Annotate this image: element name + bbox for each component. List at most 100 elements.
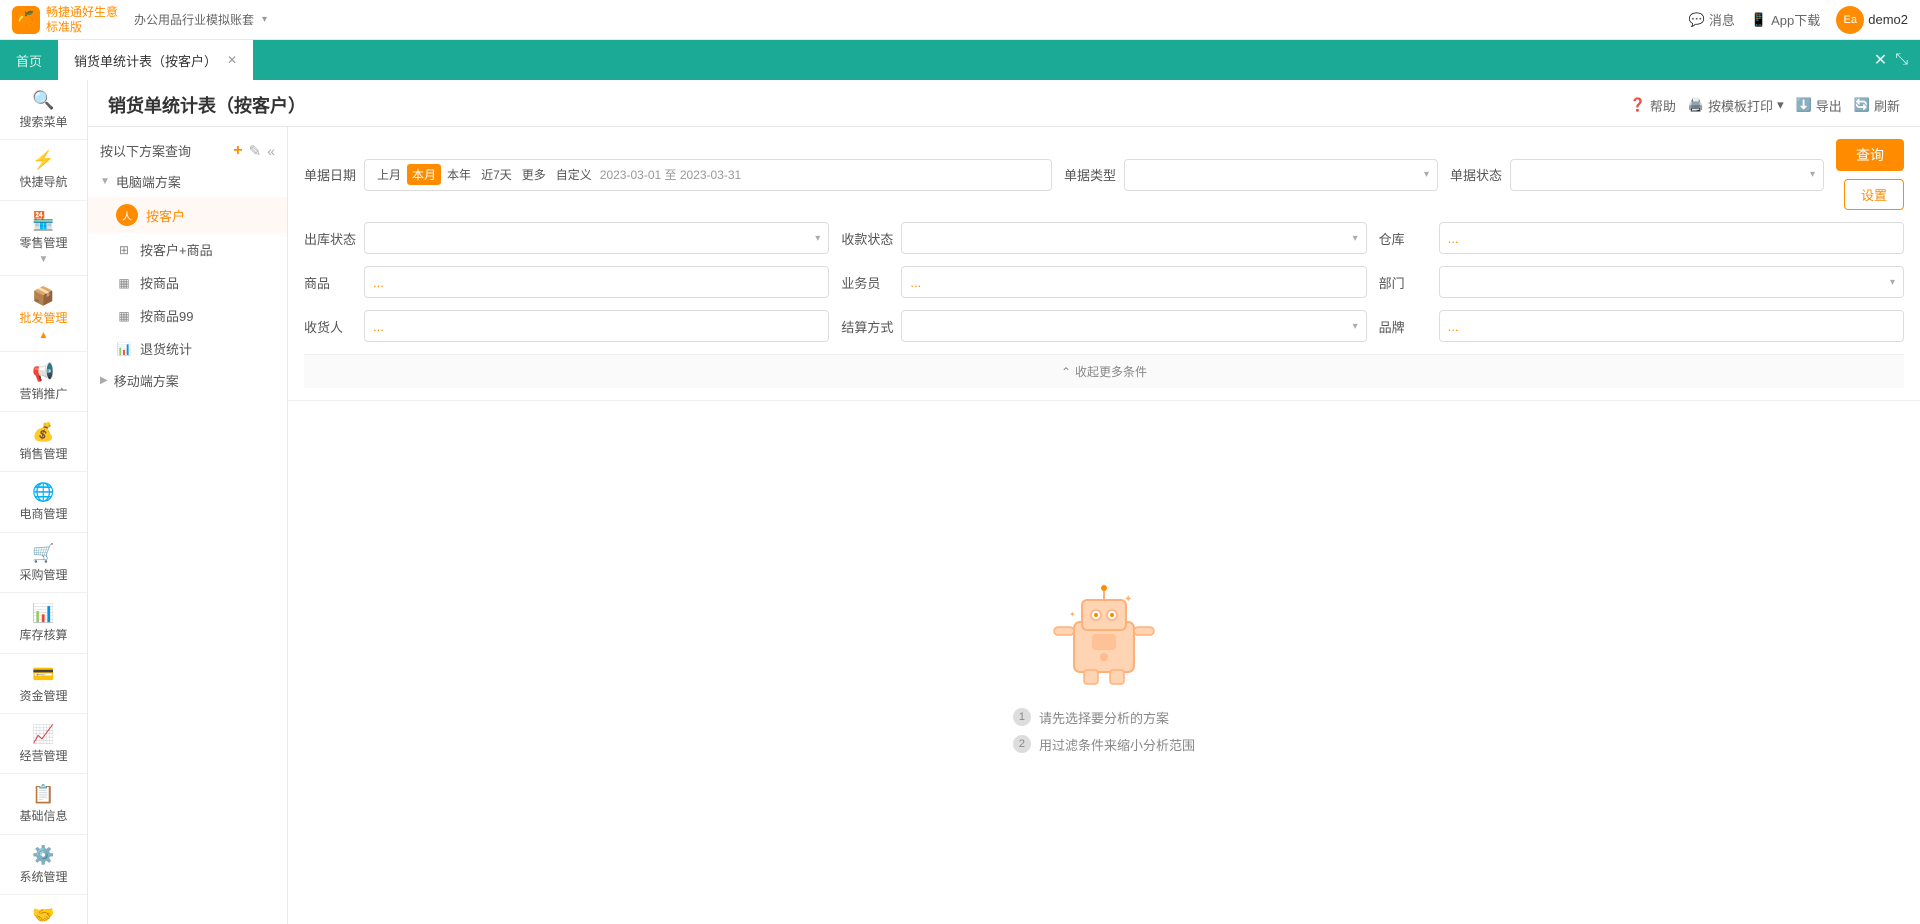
collapse-bar[interactable]: ⌃ 收起更多条件 bbox=[304, 354, 1904, 388]
subtitle-dropdown-arrow[interactable]: ▾ bbox=[262, 14, 267, 25]
scheme-collapse-btn[interactable]: « bbox=[267, 143, 275, 159]
out-status-arrow: ▾ bbox=[815, 233, 820, 244]
product-control[interactable]: ... bbox=[364, 266, 829, 298]
desktop-group-arrow: ▼ bbox=[100, 176, 110, 187]
sidebar-item-marketing[interactable]: 📢 营销推广 bbox=[0, 352, 87, 412]
scheme-edit-btn[interactable]: ✎ bbox=[249, 142, 262, 160]
collapse-up-icon: ⌃ bbox=[1061, 365, 1071, 379]
page-header: 销货单统计表（按客户） ❓ 帮助 🖨️ 按模板打印 ▾ ⬇️ 导出 🔄 刷新 bbox=[88, 80, 1920, 127]
sidebar-item-finance-mgmt[interactable]: 💳 资金管理 bbox=[0, 654, 87, 714]
sidebar-item-quick-nav[interactable]: ⚡ 快捷导航 bbox=[0, 140, 87, 200]
date-btn-custom[interactable]: 自定义 bbox=[552, 164, 596, 185]
warehouse-control[interactable]: ... bbox=[1439, 222, 1904, 254]
refresh-icon: 🔄 bbox=[1854, 97, 1870, 113]
filter-row-4: 收货人 ... 结算方式 ▾ bbox=[304, 310, 1904, 342]
scheme-add-btn[interactable]: + bbox=[233, 142, 242, 160]
app-download-btn[interactable]: 📱 App下载 bbox=[1751, 10, 1820, 29]
scheme-item-by-product[interactable]: ▦ 按商品 bbox=[88, 266, 287, 299]
sidebar-item-purchase-mgmt[interactable]: 🛒 采购管理 bbox=[0, 533, 87, 593]
filter-item-brand: 品牌 ... bbox=[1379, 310, 1904, 342]
filter-item-date: 单据日期 上月 本月 本年 近7天 更多 自定义 20 bbox=[304, 159, 1052, 191]
department-arrow: ▾ bbox=[1890, 277, 1895, 288]
finance-mgmt-icon: 💳 bbox=[32, 664, 54, 685]
consignee-ellipsis: ... bbox=[373, 319, 384, 334]
date-btn-7days[interactable]: 近7天 bbox=[477, 164, 516, 185]
svg-text:✦: ✦ bbox=[1124, 594, 1132, 605]
sidebar-item-ecommerce-mgmt[interactable]: 🌐 电商管理 bbox=[0, 472, 87, 532]
settlement-label: 结算方式 bbox=[841, 317, 893, 336]
sidebar-item-inventory-check[interactable]: 📊 库存核算 bbox=[0, 593, 87, 653]
scheme-group-mobile-header[interactable]: ▶ 移动端方案 bbox=[88, 365, 287, 396]
content-area: 销货单统计表（按客户） ❓ 帮助 🖨️ 按模板打印 ▾ ⬇️ 导出 🔄 刷新 bbox=[88, 80, 1920, 924]
query-actions: 查询 设置 bbox=[1836, 139, 1904, 210]
sidebar-item-sales-mgmt[interactable]: 💰 销售管理 bbox=[0, 412, 87, 472]
department-label: 部门 bbox=[1379, 273, 1431, 292]
sidebar-item-retail-mgmt[interactable]: 🏪 零售管理 ▼ bbox=[0, 201, 87, 276]
out-status-control[interactable]: ▾ bbox=[364, 222, 829, 254]
date-control[interactable]: 上月 本月 本年 近7天 更多 自定义 2023-03-01 至 2023-03… bbox=[364, 159, 1052, 191]
date-btn-last-month[interactable]: 上月 bbox=[373, 164, 405, 185]
logo-text: 畅捷通好生意 标准版 bbox=[46, 5, 118, 34]
doc-status-label: 单据状态 bbox=[1450, 165, 1502, 184]
receipt-status-label: 收款状态 bbox=[841, 229, 893, 248]
hint-text-1: 请先选择要分析的方案 bbox=[1039, 708, 1169, 727]
user-profile-btn[interactable]: Ea demo2 bbox=[1836, 6, 1908, 34]
help-btn[interactable]: ❓ 帮助 bbox=[1630, 96, 1676, 115]
doc-type-control[interactable]: ▾ bbox=[1124, 159, 1438, 191]
doc-status-control[interactable]: ▾ bbox=[1510, 159, 1824, 191]
retail-mgmt-arrow: ▼ bbox=[39, 254, 49, 265]
scheme-group-desktop: ▼ 电脑端方案 人 按客户 ⊞ 按客户+商品 ▦ 按商品 bbox=[88, 166, 287, 365]
sidebar-item-wholesale-mgmt[interactable]: 📦 批发管理 ▲ bbox=[0, 276, 87, 351]
date-btn-more[interactable]: 更多 bbox=[518, 164, 550, 185]
scheme-item-by-customer-product[interactable]: ⊞ 按客户+商品 bbox=[88, 233, 287, 266]
scheme-group-desktop-header[interactable]: ▼ 电脑端方案 bbox=[88, 166, 287, 197]
scheme-item-by-product-99[interactable]: ▦ 按商品99 bbox=[88, 299, 287, 332]
sidebar: 🔍 搜索菜单 ⚡ 快捷导航 🏪 零售管理 ▼ 📦 批发管理 ▲ 📢 营销推广 💰… bbox=[0, 80, 88, 924]
consignee-control[interactable]: ... bbox=[364, 310, 829, 342]
by-product-99-icon: ▦ bbox=[116, 308, 132, 324]
close-window-btn[interactable]: ✕ bbox=[1874, 50, 1887, 70]
settlement-control[interactable]: ▾ bbox=[901, 310, 1366, 342]
help-icon: ❓ bbox=[1630, 97, 1646, 113]
sidebar-item-operations-mgmt[interactable]: 📈 经营管理 bbox=[0, 714, 87, 774]
filter-item-consignee: 收货人 ... bbox=[304, 310, 829, 342]
tab-close-btn[interactable]: ✕ bbox=[227, 53, 237, 67]
tab-sales-stat[interactable]: 销货单统计表（按客户） ✕ bbox=[58, 40, 253, 80]
filter-item-out-status: 出库状态 ▾ bbox=[304, 222, 829, 254]
message-btn[interactable]: 💬 消息 bbox=[1689, 10, 1735, 29]
export-btn[interactable]: ⬇️ 导出 bbox=[1796, 96, 1842, 115]
sidebar-item-company-collab[interactable]: 🤝 企业协同 bbox=[0, 895, 87, 924]
retail-mgmt-icon: 🏪 bbox=[32, 211, 54, 232]
refresh-btn[interactable]: 🔄 刷新 bbox=[1854, 96, 1900, 115]
date-btn-this-month[interactable]: 本月 bbox=[407, 164, 441, 185]
department-control[interactable]: ▾ bbox=[1439, 266, 1904, 298]
filter-item-product: 商品 ... bbox=[304, 266, 829, 298]
receipt-status-control[interactable]: ▾ bbox=[901, 222, 1366, 254]
return-stat-label: 退货统计 bbox=[140, 339, 192, 358]
empty-state: ✦ ✦ 1 请先选择要分析的方案 2 用过滤条件来缩小分析范围 bbox=[288, 401, 1920, 924]
scheme-item-by-customer[interactable]: 人 按客户 bbox=[88, 197, 287, 233]
top-bar: 🍊 畅捷通好生意 标准版 办公用品行业模拟账套 ▾ 💬 消息 📱 App下载 E… bbox=[0, 0, 1920, 40]
empty-hint-1: 1 请先选择要分析的方案 bbox=[1013, 708, 1195, 727]
date-btn-this-year[interactable]: 本年 bbox=[443, 164, 475, 185]
maximize-window-btn[interactable]: ⤡ bbox=[1895, 51, 1908, 69]
brand-control[interactable]: ... bbox=[1439, 310, 1904, 342]
top-bar-right: 💬 消息 📱 App下载 Ea demo2 bbox=[1689, 6, 1908, 34]
print-arrow-icon: ▾ bbox=[1777, 97, 1784, 113]
brand-ellipsis: ... bbox=[1448, 319, 1459, 334]
robot-illustration: ✦ ✦ bbox=[1044, 572, 1164, 692]
settings-btn[interactable]: 设置 bbox=[1844, 179, 1904, 210]
tab-home[interactable]: 首页 bbox=[0, 40, 58, 80]
filter-item-doc-type: 单据类型 ▾ bbox=[1064, 159, 1438, 191]
salesperson-control[interactable]: ... bbox=[901, 266, 1366, 298]
sidebar-item-search-menu[interactable]: 🔍 搜索菜单 bbox=[0, 80, 87, 140]
scheme-group-mobile: ▶ 移动端方案 bbox=[88, 365, 287, 396]
sidebar-item-system-mgmt[interactable]: ⚙️ 系统管理 bbox=[0, 835, 87, 895]
scheme-item-return-stat[interactable]: 📊 退货统计 bbox=[88, 332, 287, 365]
sidebar-item-basic-info[interactable]: 📋 基础信息 bbox=[0, 774, 87, 834]
template-print-btn[interactable]: 🖨️ 按模板打印 ▾ bbox=[1688, 96, 1784, 115]
filter-item-warehouse: 仓库 ... bbox=[1379, 222, 1904, 254]
query-btn[interactable]: 查询 bbox=[1836, 139, 1904, 171]
doc-type-label: 单据类型 bbox=[1064, 165, 1116, 184]
app-subtitle: 办公用品行业模拟账套 bbox=[134, 11, 254, 28]
